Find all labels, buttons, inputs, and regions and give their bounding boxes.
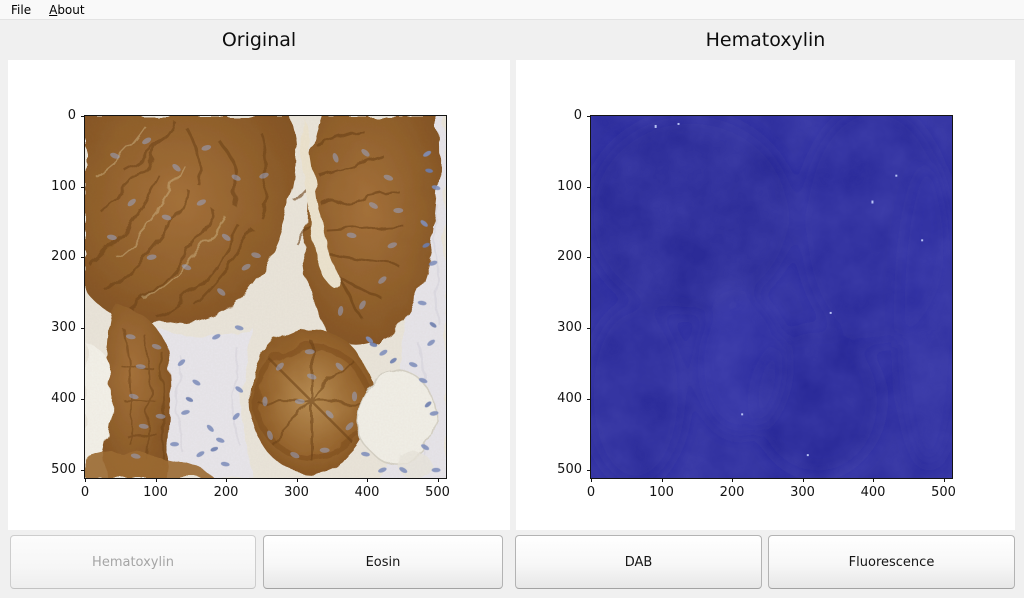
x-tick-label: 200 bbox=[213, 485, 239, 500]
y-tick-label: 300 bbox=[557, 320, 582, 336]
y-tick-mark bbox=[587, 257, 591, 259]
x-tick-mark bbox=[591, 478, 592, 482]
x-tick-label: 500 bbox=[425, 485, 450, 500]
x-tick-mark bbox=[802, 478, 804, 482]
x-tick-label: 500 bbox=[931, 485, 956, 500]
y-tick-label: 100 bbox=[557, 178, 582, 194]
menubar: File About bbox=[0, 0, 1024, 20]
y-tick-label: 200 bbox=[557, 249, 582, 265]
x-tick-mark bbox=[155, 478, 157, 482]
x-tick-mark bbox=[85, 478, 86, 482]
y-tick-label: 0 bbox=[67, 108, 76, 124]
y-tick-label: 400 bbox=[557, 391, 582, 407]
y-tick-mark bbox=[81, 328, 85, 330]
y-tick-label: 500 bbox=[557, 461, 582, 477]
x-tick-mark bbox=[943, 478, 945, 482]
y-tick-label: 100 bbox=[51, 178, 76, 194]
eosin-button[interactable]: Eosin bbox=[263, 535, 503, 589]
hematoxylin-channel-image bbox=[591, 116, 952, 478]
x-tick-label: 400 bbox=[860, 485, 886, 500]
y-tick-label: 200 bbox=[51, 249, 76, 265]
x-tick-label: 100 bbox=[649, 485, 674, 500]
y-tick-mark bbox=[81, 116, 85, 117]
y-tick-mark bbox=[81, 469, 85, 471]
dab-button[interactable]: DAB bbox=[515, 535, 762, 589]
x-tick-mark bbox=[226, 478, 228, 482]
x-tick-mark bbox=[873, 478, 875, 482]
hematoxylin-panel-title: Hematoxylin bbox=[705, 29, 826, 51]
x-tick-mark bbox=[296, 478, 298, 482]
original-figure-panel: 0 100 200 300 400 500 0 100 200 300 400 500 bbox=[8, 60, 510, 530]
hematoxylin-button: Hematoxylin bbox=[10, 535, 256, 589]
original-image-axes: 0 100 200 300 400 500 0 100 200 300 400 500 bbox=[51, 108, 450, 500]
y-tick-mark bbox=[81, 186, 85, 188]
y-tick-mark bbox=[587, 398, 591, 400]
y-tick-label: 400 bbox=[51, 391, 76, 407]
menu-item-about[interactable]: About bbox=[40, 2, 94, 18]
y-tick-label: 0 bbox=[573, 108, 582, 124]
hematoxylin-figure-panel: 0 100 200 300 400 500 0 100 200 300 400 500 bbox=[516, 60, 1015, 530]
x-tick-mark bbox=[661, 478, 663, 482]
y-tick-label: 500 bbox=[51, 461, 76, 477]
x-tick-label: 300 bbox=[284, 485, 309, 500]
x-tick-label: 0 bbox=[586, 485, 596, 500]
fluorescence-button[interactable]: Fluorescence bbox=[768, 535, 1015, 589]
original-panel-title: Original bbox=[221, 29, 297, 51]
x-tick-label: 100 bbox=[143, 485, 168, 500]
hematoxylin-image-axes: 0 100 200 300 400 500 0 100 200 300 400 500 bbox=[557, 108, 956, 500]
x-tick-mark bbox=[732, 478, 734, 482]
original-tissue-image bbox=[85, 116, 446, 478]
x-tick-label: 200 bbox=[719, 485, 745, 500]
y-tick-mark bbox=[587, 469, 591, 471]
y-tick-label: 300 bbox=[51, 320, 76, 336]
x-tick-label: 400 bbox=[354, 485, 380, 500]
y-tick-mark bbox=[81, 398, 85, 400]
x-tick-mark bbox=[367, 478, 369, 482]
x-tick-mark bbox=[437, 478, 439, 482]
y-tick-mark bbox=[587, 186, 591, 188]
x-tick-label: 300 bbox=[790, 485, 815, 500]
menu-item-file[interactable]: File bbox=[2, 2, 40, 18]
y-tick-mark bbox=[81, 257, 85, 259]
y-tick-mark bbox=[587, 328, 591, 330]
x-tick-label: 0 bbox=[80, 485, 90, 500]
y-tick-mark bbox=[587, 116, 591, 117]
